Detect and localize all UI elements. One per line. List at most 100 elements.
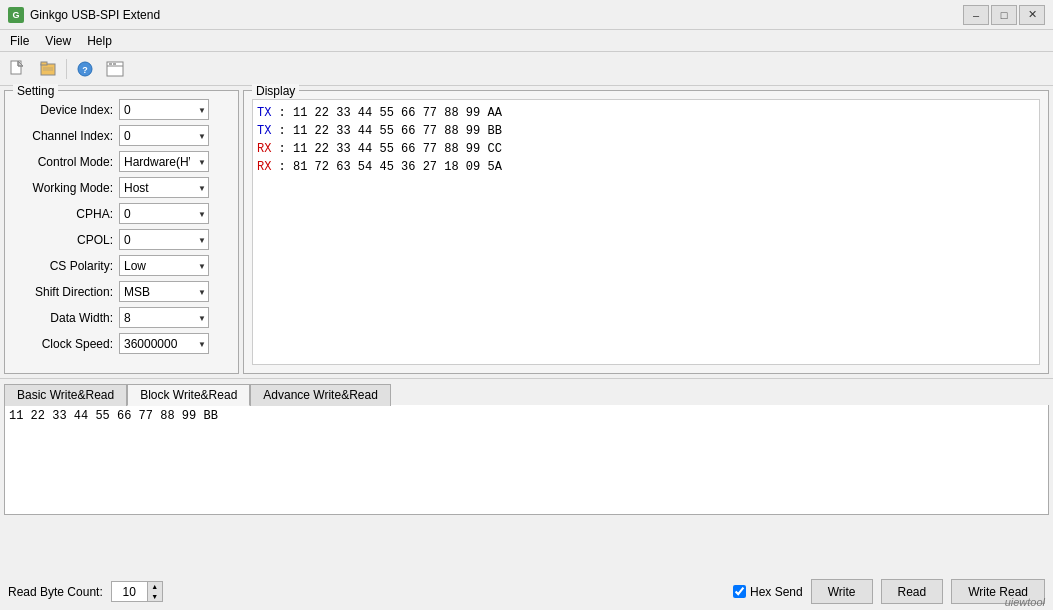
read-button[interactable]: Read [881, 579, 944, 604]
channel-index-row: Channel Index: 0 [13, 125, 230, 146]
display-line-1: TX : 11 22 33 44 55 66 77 88 99 BB [257, 122, 1035, 140]
spinbox-down-button[interactable]: ▼ [148, 592, 162, 602]
cpol-select-wrapper: 0 [119, 229, 209, 250]
control-mode-label: Control Mode: [13, 155, 113, 169]
display-area[interactable]: TX : 11 22 33 44 55 66 77 88 99 AA TX : … [252, 99, 1040, 365]
hex-send-wrapper: Hex Send [733, 585, 803, 599]
display-panel: Display TX : 11 22 33 44 55 66 77 88 99 … [243, 90, 1049, 374]
device-index-row: Device Index: 0 [13, 99, 230, 120]
write-button[interactable]: Write [811, 579, 873, 604]
read-byte-count-label: Read Byte Count: [8, 585, 103, 599]
display-line-2: RX : 11 22 33 44 55 66 77 88 99 CC [257, 140, 1035, 158]
open-icon [39, 60, 57, 78]
channel-index-select-wrapper: 0 [119, 125, 209, 146]
data-width-select-wrapper: 8 [119, 307, 209, 328]
toolbar: ? [0, 52, 1053, 86]
minimize-button[interactable]: – [963, 5, 989, 25]
settings-icon [106, 60, 124, 78]
menu-view[interactable]: View [37, 32, 79, 50]
display-line-0: TX : 11 22 33 44 55 66 77 88 99 AA [257, 104, 1035, 122]
rx-label-0: RX [257, 142, 271, 156]
tab-basic-write-read[interactable]: Basic Write&Read [4, 384, 127, 406]
shift-direction-select-wrapper: MSB [119, 281, 209, 302]
rx-label-1: RX [257, 160, 271, 174]
display-line-3: RX : 81 72 63 54 45 36 27 18 09 5A [257, 158, 1035, 176]
cpol-row: CPOL: 0 [13, 229, 230, 250]
tabs-area: Basic Write&Read Block Write&Read Advanc… [0, 378, 1053, 405]
clock-speed-row: Clock Speed: 36000000 [13, 333, 230, 354]
device-index-select-wrapper: 0 [119, 99, 209, 120]
cs-polarity-select[interactable]: Low [119, 255, 209, 276]
read-byte-count-spinbox: ▲ ▼ [111, 581, 163, 602]
working-mode-label: Working Mode: [13, 181, 113, 195]
setting-legend: Setting [13, 84, 58, 98]
toolbar-open-button[interactable] [34, 56, 62, 82]
hex-send-label: Hex Send [750, 585, 803, 599]
menu-help[interactable]: Help [79, 32, 120, 50]
maximize-button[interactable]: □ [991, 5, 1017, 25]
svg-rect-12 [109, 63, 112, 65]
title-bar: G Ginkgo USB-SPI Extend – □ ✕ [0, 0, 1053, 30]
tx-label-1: TX [257, 124, 271, 138]
content-wrapper: Setting Device Index: 0 Channel Index: 0 [0, 86, 1053, 610]
toolbar-new-button[interactable] [4, 56, 32, 82]
tx-label-0: TX [257, 106, 271, 120]
shift-direction-select[interactable]: MSB [119, 281, 209, 302]
control-mode-select[interactable]: Hardware(HW) [119, 151, 209, 172]
working-mode-select[interactable]: Host [119, 177, 209, 198]
toolbar-help-button[interactable]: ? [71, 56, 99, 82]
data-width-label: Data Width: [13, 311, 113, 325]
window-controls: – □ ✕ [963, 5, 1045, 25]
setting-panel: Setting Device Index: 0 Channel Index: 0 [4, 90, 239, 374]
cs-polarity-label: CS Polarity: [13, 259, 113, 273]
clock-speed-label: Clock Speed: [13, 337, 113, 351]
control-mode-row: Control Mode: Hardware(HW) [13, 151, 230, 172]
bottom-bar: Read Byte Count: ▲ ▼ Hex Send Write Read… [0, 573, 1053, 610]
clock-speed-select[interactable]: 36000000 [119, 333, 209, 354]
tab-block-write-read[interactable]: Block Write&Read [127, 384, 250, 406]
working-mode-row: Working Mode: Host [13, 177, 230, 198]
cpha-row: CPHA: 0 [13, 203, 230, 224]
app-icon: G [8, 7, 24, 23]
shift-direction-label: Shift Direction: [13, 285, 113, 299]
cpol-select[interactable]: 0 [119, 229, 209, 250]
help-icon: ? [76, 60, 94, 78]
data-width-select[interactable]: 8 [119, 307, 209, 328]
display-legend: Display [252, 84, 299, 98]
write-read-area[interactable] [4, 405, 1049, 515]
menu-file[interactable]: File [2, 32, 37, 50]
watermark: uiewtool [1005, 596, 1045, 608]
svg-rect-4 [41, 64, 55, 75]
app-title: Ginkgo USB-SPI Extend [30, 8, 963, 22]
cpha-select[interactable]: 0 [119, 203, 209, 224]
close-button[interactable]: ✕ [1019, 5, 1045, 25]
svg-text:?: ? [82, 65, 88, 75]
channel-index-label: Channel Index: [13, 129, 113, 143]
hex-send-checkbox[interactable] [733, 585, 746, 598]
tab-advance-write-read[interactable]: Advance Write&Read [250, 384, 391, 406]
svg-rect-13 [113, 63, 116, 65]
write-read-textarea[interactable] [9, 409, 1044, 510]
cpha-select-wrapper: 0 [119, 203, 209, 224]
clock-speed-select-wrapper: 36000000 [119, 333, 209, 354]
new-icon [9, 60, 27, 78]
working-mode-select-wrapper: Host [119, 177, 209, 198]
cs-polarity-select-wrapper: Low [119, 255, 209, 276]
data-width-row: Data Width: 8 [13, 307, 230, 328]
tabs-container: Basic Write&Read Block Write&Read Advanc… [4, 383, 1049, 405]
spinbox-up-button[interactable]: ▲ [148, 582, 162, 592]
cpol-label: CPOL: [13, 233, 113, 247]
channel-index-select[interactable]: 0 [119, 125, 209, 146]
device-index-label: Device Index: [13, 103, 113, 117]
read-byte-count-input[interactable] [111, 581, 147, 602]
toolbar-separator [66, 59, 67, 79]
svg-rect-5 [41, 62, 47, 65]
spinbox-arrows: ▲ ▼ [147, 581, 163, 602]
cs-polarity-row: CS Polarity: Low [13, 255, 230, 276]
main-content: Setting Device Index: 0 Channel Index: 0 [0, 86, 1053, 378]
shift-direction-row: Shift Direction: MSB [13, 281, 230, 302]
cpha-label: CPHA: [13, 207, 113, 221]
menu-bar: File View Help [0, 30, 1053, 52]
device-index-select[interactable]: 0 [119, 99, 209, 120]
toolbar-settings-button[interactable] [101, 56, 129, 82]
